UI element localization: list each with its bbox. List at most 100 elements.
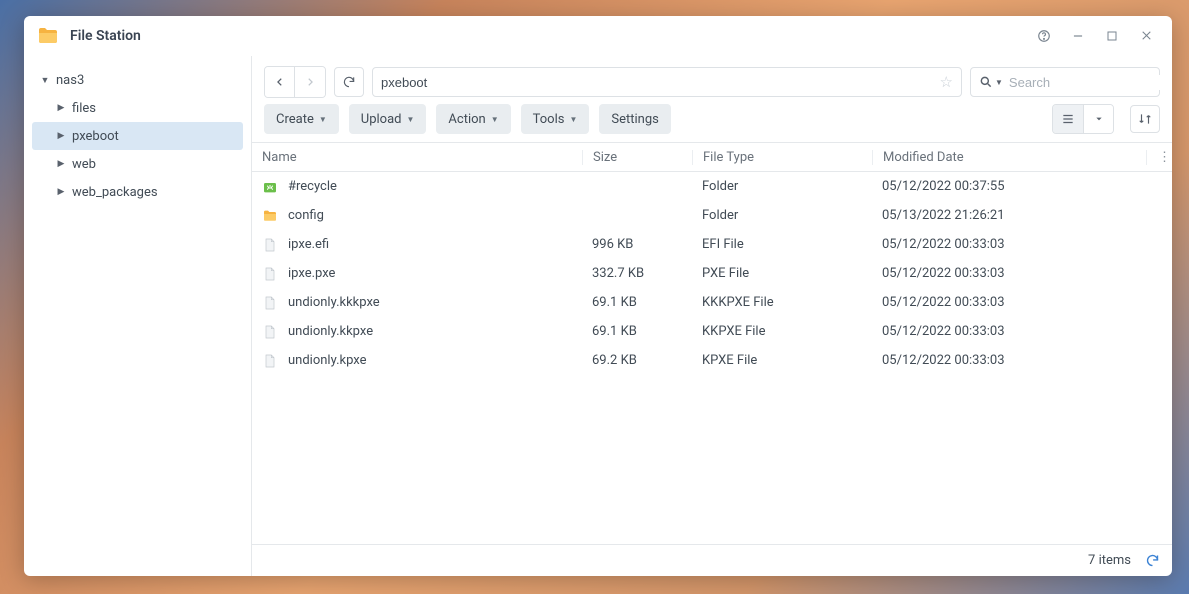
tree-item-label: files bbox=[72, 101, 96, 116]
sort-button[interactable] bbox=[1130, 105, 1160, 133]
app-folder-icon bbox=[36, 24, 60, 48]
table-body: #recycle Folder05/12/2022 00:37:55 config F… bbox=[252, 172, 1172, 544]
search-box: ▼ bbox=[970, 67, 1160, 97]
col-menu-button[interactable]: ⋮ bbox=[1146, 150, 1172, 165]
nav-back-button[interactable] bbox=[265, 67, 295, 97]
col-header-date[interactable]: Modified Date bbox=[872, 150, 1146, 165]
create-button[interactable]: Create▼ bbox=[264, 104, 339, 134]
file-icon bbox=[262, 295, 278, 311]
file-modified-date: 05/12/2022 00:33:03 bbox=[872, 266, 1146, 281]
nav-history-group bbox=[264, 66, 326, 98]
file-size: 69.1 KB bbox=[582, 295, 692, 310]
col-header-size[interactable]: Size bbox=[582, 150, 692, 165]
tree-item-web[interactable]: ▶ web bbox=[32, 150, 243, 178]
view-mode-group bbox=[1052, 104, 1114, 134]
nav-forward-button[interactable] bbox=[295, 67, 325, 97]
chevron-right-icon: ▶ bbox=[54, 103, 68, 113]
toolbar-actions: Create▼ Upload▼ Action▼ Tools▼ Settings bbox=[252, 104, 1172, 142]
tools-button[interactable]: Tools▼ bbox=[521, 104, 590, 134]
close-button[interactable] bbox=[1132, 22, 1160, 50]
file-type: KKKPXE File bbox=[692, 295, 872, 310]
col-header-name[interactable]: Name bbox=[252, 150, 582, 165]
main-panel: ☆ ▼ Create▼ Upload▼ Action▼ Tools▼ Setti… bbox=[252, 56, 1172, 576]
caret-down-icon: ▼ bbox=[491, 115, 499, 124]
file-type: PXE File bbox=[692, 266, 872, 281]
search-scope-caret-icon[interactable]: ▼ bbox=[995, 78, 1003, 87]
file-size: 996 KB bbox=[582, 237, 692, 252]
file-modified-date: 05/13/2022 21:26:21 bbox=[872, 208, 1146, 223]
path-input[interactable] bbox=[381, 75, 940, 90]
file-name: undionly.kkpxe bbox=[288, 324, 373, 339]
tree-item-label: pxeboot bbox=[72, 129, 119, 144]
col-header-type[interactable]: File Type bbox=[692, 150, 872, 165]
view-list-button[interactable] bbox=[1053, 105, 1083, 133]
status-reload-button[interactable] bbox=[1145, 553, 1160, 568]
caret-down-icon: ▼ bbox=[319, 115, 327, 124]
file-modified-date: 05/12/2022 00:37:55 bbox=[872, 179, 1146, 194]
file-type: EFI File bbox=[692, 237, 872, 252]
tree-root-nas[interactable]: ▼ nas3 bbox=[32, 66, 243, 94]
status-item-count: 7 items bbox=[1088, 553, 1131, 568]
action-button[interactable]: Action▼ bbox=[436, 104, 510, 134]
table-row[interactable]: ipxe.efi 996 KBEFI File05/12/2022 00:33:0… bbox=[252, 230, 1172, 259]
file-name: ipxe.pxe bbox=[288, 266, 335, 281]
file-name: #recycle bbox=[288, 179, 337, 194]
file-size: 69.1 KB bbox=[582, 324, 692, 339]
search-icon bbox=[979, 75, 993, 89]
table-row[interactable]: config Folder05/13/2022 21:26:21 bbox=[252, 201, 1172, 230]
file-modified-date: 05/12/2022 00:33:03 bbox=[872, 353, 1146, 368]
file-table: Name Size File Type Modified Date ⋮ #rec… bbox=[252, 142, 1172, 544]
table-row[interactable]: ipxe.pxe332.7 KBPXE File05/12/2022 00:33… bbox=[252, 259, 1172, 288]
tree-item-label: web bbox=[72, 157, 96, 172]
tree-root-label: nas3 bbox=[56, 73, 84, 88]
help-button[interactable] bbox=[1030, 22, 1058, 50]
table-row[interactable]: undionly.kkkpxe 69.1 KBKKKPXE File05/12/2… bbox=[252, 288, 1172, 317]
file-name: config bbox=[288, 208, 324, 223]
file-icon bbox=[262, 353, 278, 369]
file-icon bbox=[262, 237, 278, 253]
file-modified-date: 05/12/2022 00:33:03 bbox=[872, 237, 1146, 252]
file-type: KKPXE File bbox=[692, 324, 872, 339]
sidebar: ▼ nas3 ▶ files ▶ pxeboot ▶ web ▶ web_pac… bbox=[24, 56, 252, 576]
file-name: ipxe.efi bbox=[288, 237, 329, 252]
table-header: Name Size File Type Modified Date ⋮ bbox=[252, 142, 1172, 172]
tree-item-label: web_packages bbox=[72, 185, 158, 200]
settings-button[interactable]: Settings bbox=[599, 104, 670, 134]
folder-icon bbox=[262, 208, 278, 224]
file-type: Folder bbox=[692, 179, 872, 194]
search-input[interactable] bbox=[1009, 75, 1172, 90]
file-size: 69.2 KB bbox=[582, 353, 692, 368]
caret-down-icon: ▼ bbox=[407, 115, 415, 124]
file-type: KPXE File bbox=[692, 353, 872, 368]
tree-item-files[interactable]: ▶ files bbox=[32, 94, 243, 122]
file-modified-date: 05/12/2022 00:33:03 bbox=[872, 295, 1146, 310]
chevron-right-icon: ▶ bbox=[54, 159, 68, 169]
chevron-right-icon: ▶ bbox=[54, 131, 68, 141]
chevron-down-icon: ▼ bbox=[38, 75, 52, 86]
file-name: undionly.kpxe bbox=[288, 353, 367, 368]
file-name: undionly.kkkpxe bbox=[288, 295, 380, 310]
path-input-wrap: ☆ bbox=[372, 67, 962, 97]
file-type: Folder bbox=[692, 208, 872, 223]
table-row[interactable]: undionly.kkpxe 69.1 KBKKPXE File05/12/202… bbox=[252, 317, 1172, 346]
favorite-star-icon[interactable]: ☆ bbox=[940, 73, 953, 91]
file-icon bbox=[262, 324, 278, 340]
tree-item-web-packages[interactable]: ▶ web_packages bbox=[32, 178, 243, 206]
app-title: File Station bbox=[70, 28, 141, 44]
upload-button[interactable]: Upload▼ bbox=[349, 104, 427, 134]
caret-down-icon: ▼ bbox=[569, 115, 577, 124]
tree-item-pxeboot[interactable]: ▶ pxeboot bbox=[32, 122, 243, 150]
titlebar: File Station bbox=[24, 16, 1172, 56]
chevron-right-icon: ▶ bbox=[54, 187, 68, 197]
table-row[interactable]: #recycle Folder05/12/2022 00:37:55 bbox=[252, 172, 1172, 201]
view-dropdown-button[interactable] bbox=[1083, 105, 1113, 133]
maximize-button[interactable] bbox=[1098, 22, 1126, 50]
table-row[interactable]: undionly.kpxe 69.2 KBKPXE File05/12/2022 … bbox=[252, 346, 1172, 375]
recycle-icon bbox=[262, 179, 278, 195]
file-modified-date: 05/12/2022 00:33:03 bbox=[872, 324, 1146, 339]
reload-button[interactable] bbox=[334, 67, 364, 97]
file-station-window: File Station ▼ nas3 ▶ files ▶ px bbox=[24, 16, 1172, 576]
file-icon bbox=[262, 266, 278, 282]
toolbar-navigation: ☆ ▼ bbox=[252, 56, 1172, 104]
minimize-button[interactable] bbox=[1064, 22, 1092, 50]
